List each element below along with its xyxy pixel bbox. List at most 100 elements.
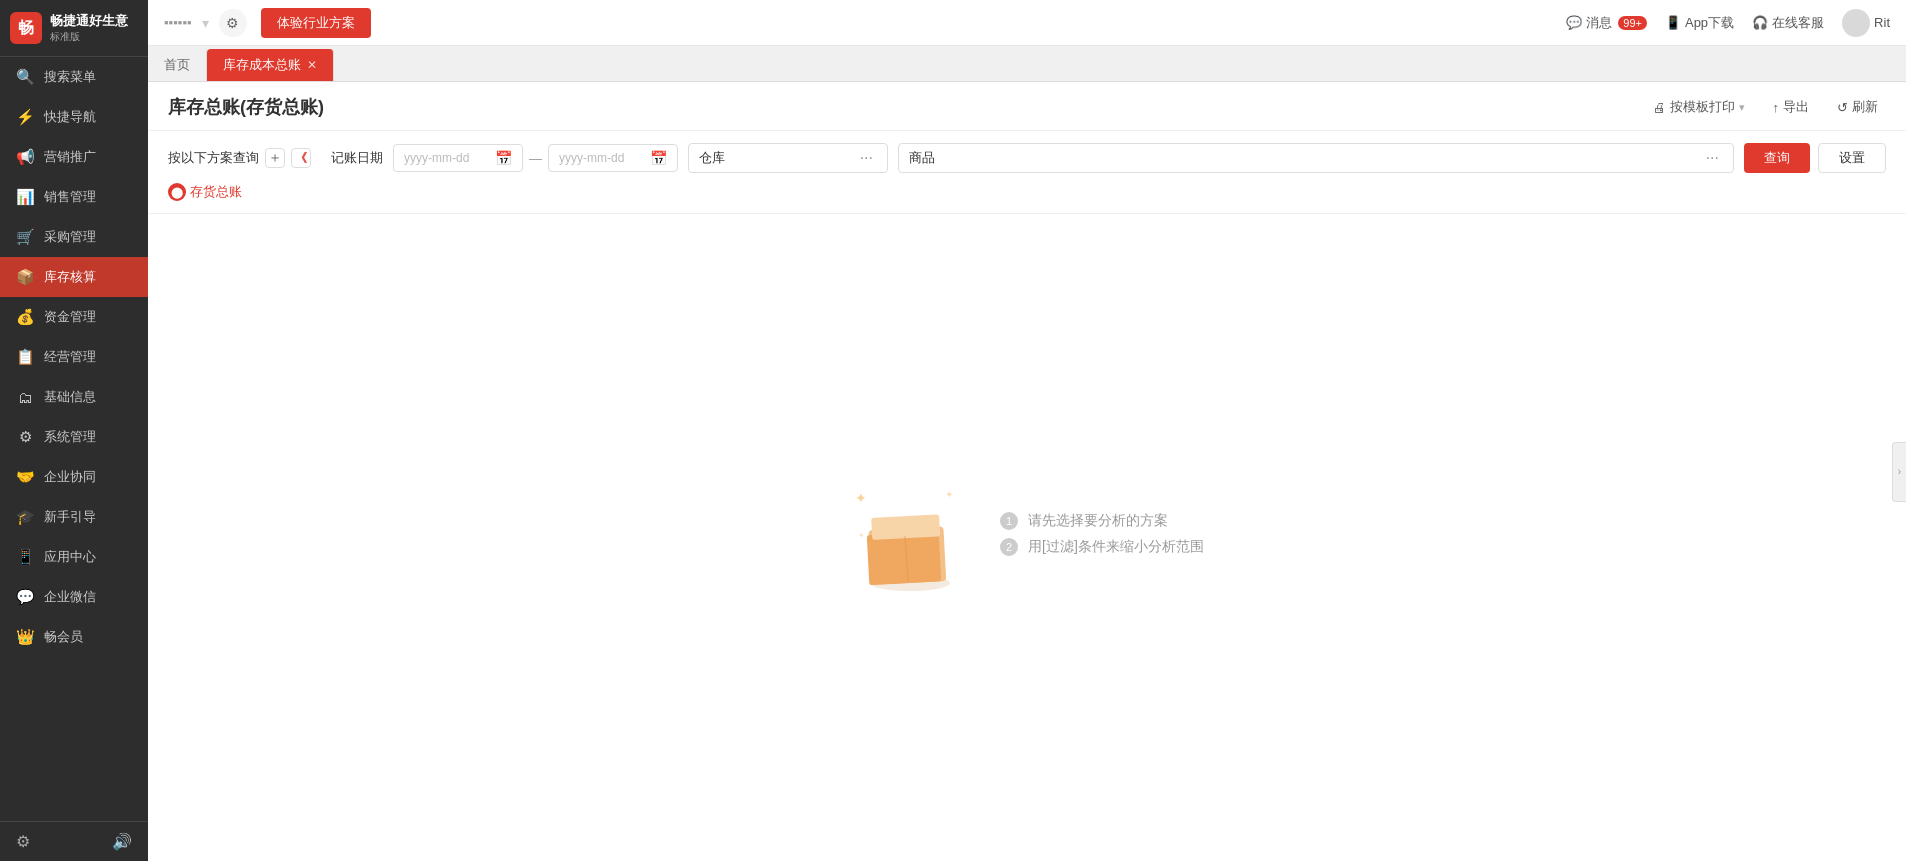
export-icon: ↑: [1773, 100, 1780, 115]
sidebar-item-basic[interactable]: 🗂 基础信息: [0, 377, 148, 417]
calendar-start-icon[interactable]: 📅: [495, 150, 512, 166]
add-scheme-icon[interactable]: ＋: [265, 148, 285, 168]
wechat-icon: 💬: [16, 588, 34, 606]
date-start-placeholder: yyyy-mm-dd: [404, 151, 469, 165]
online-service-btn[interactable]: 🎧 在线客服: [1752, 14, 1824, 32]
system-icon: ⚙: [16, 428, 34, 446]
scheme-list: ⬤ 存货总账: [168, 183, 242, 201]
tab-home[interactable]: 首页: [148, 49, 207, 81]
sound-icon[interactable]: 🔊: [112, 832, 132, 851]
sidebar-item-capital[interactable]: 💰 资金管理: [0, 297, 148, 337]
svg-text:✦: ✦: [855, 490, 867, 506]
sidebar-bottom: ⚙ 🔊: [0, 821, 148, 861]
sidebar-item-operation[interactable]: 📋 经营管理: [0, 337, 148, 377]
app-download-btn[interactable]: 📱 App下载: [1665, 14, 1734, 32]
app-version: 标准版: [50, 30, 128, 44]
sidebar-item-wechat[interactable]: 💬 企业微信: [0, 577, 148, 617]
message-label: 消息: [1586, 14, 1612, 32]
tabbar: 首页 库存成本总账 ✕: [148, 46, 1906, 82]
user-menu[interactable]: Rit: [1842, 9, 1890, 37]
sidebar: 畅 畅捷通好生意 标准版 🔍 搜索菜单 ⚡ 快捷导航 📢 营销推广 📊 销售管理…: [0, 0, 148, 861]
tab-inventory-cost[interactable]: 库存成本总账 ✕: [207, 49, 334, 81]
sidebar-item-label: 采购管理: [44, 228, 96, 246]
tab-close-icon[interactable]: ✕: [307, 58, 317, 72]
date-end-input[interactable]: yyyy-mm-dd 📅: [548, 144, 678, 172]
sidebar-item-inventory[interactable]: 📦 库存核算: [0, 257, 148, 297]
sales-icon: 📊: [16, 188, 34, 206]
inventory-icon: 📦: [16, 268, 34, 286]
print-label: 按模板打印: [1670, 98, 1735, 116]
scheme-item-inventory[interactable]: ⬤ 存货总账: [168, 183, 242, 201]
operation-icon: 📋: [16, 348, 34, 366]
user-name: Rit: [1874, 15, 1890, 30]
sidebar-item-label: 快捷导航: [44, 108, 96, 126]
page-header: 库存总账(存货总账) 🖨 按模板打印 ▾ ↑ 导出 ↺ 刷新: [148, 82, 1906, 131]
basic-icon: 🗂: [16, 389, 34, 406]
svg-text:✦: ✦: [945, 489, 953, 500]
collapse-icon[interactable]: 《: [291, 148, 311, 168]
hint2-num: 2: [1000, 538, 1018, 556]
filter-actions: 查询 设置: [1744, 143, 1886, 173]
sidebar-item-sales[interactable]: 📊 销售管理: [0, 177, 148, 217]
sidebar-item-label: 库存核算: [44, 268, 96, 286]
settings-button[interactable]: 设置: [1818, 143, 1886, 173]
date-start-input[interactable]: yyyy-mm-dd 📅: [393, 144, 523, 172]
print-btn[interactable]: 🖨 按模板打印 ▾: [1645, 94, 1753, 120]
export-btn[interactable]: ↑ 导出: [1765, 94, 1818, 120]
sidebar-item-newbie[interactable]: 🎓 新手引导: [0, 497, 148, 537]
sidebar-item-label: 销售管理: [44, 188, 96, 206]
sidebar-menu: 🔍 搜索菜单 ⚡ 快捷导航 📢 营销推广 📊 销售管理 🛒 采购管理 📦 库存核…: [0, 57, 148, 821]
message-badge: 99+: [1618, 16, 1647, 30]
warehouse-more-icon[interactable]: ···: [856, 149, 877, 167]
capital-icon: 💰: [16, 308, 34, 326]
message-btn[interactable]: 💬 消息 99+: [1566, 14, 1647, 32]
dropdown-arrow-icon: ▾: [202, 15, 209, 31]
sidebar-item-search[interactable]: 🔍 搜索菜单: [0, 57, 148, 97]
date-separator: —: [529, 151, 542, 166]
avatar: [1842, 9, 1870, 37]
sidebar-item-label: 资金管理: [44, 308, 96, 326]
panel-collapse-btn[interactable]: ›: [1892, 442, 1906, 502]
date-end-placeholder: yyyy-mm-dd: [559, 151, 624, 165]
query-button[interactable]: 查询: [1744, 143, 1810, 173]
sidebar-item-label: 经营管理: [44, 348, 96, 366]
dropdown-icon: ▾: [1739, 101, 1745, 114]
goods-more-icon[interactable]: ···: [1702, 149, 1723, 167]
phone-icon: 📱: [1665, 15, 1681, 30]
export-label: 导出: [1783, 98, 1809, 116]
filter-bar: 按以下方案查询 ＋ 《 记账日期 yyyy-mm-dd 📅 — yyyy-mm-…: [148, 131, 1906, 214]
calendar-end-icon[interactable]: 📅: [650, 150, 667, 166]
hint1-text: 请先选择要分析的方案: [1028, 512, 1168, 528]
refresh-icon: ↺: [1837, 100, 1848, 115]
settings-bottom-icon[interactable]: ⚙: [16, 832, 30, 851]
sidebar-item-label: 搜索菜单: [44, 68, 96, 86]
date-range-filter: yyyy-mm-dd 📅 — yyyy-mm-dd 📅: [393, 144, 678, 172]
topbar-right: 💬 消息 99+ 📱 App下载 🎧 在线客服 Rit: [1566, 9, 1890, 37]
hint1-num: 1: [1000, 512, 1018, 530]
sidebar-item-purchase[interactable]: 🛒 采购管理: [0, 217, 148, 257]
sidebar-item-corp[interactable]: 🤝 企业协同: [0, 457, 148, 497]
sidebar-item-system[interactable]: ⚙ 系统管理: [0, 417, 148, 457]
industry-btn[interactable]: 体验行业方案: [261, 8, 371, 38]
member-icon: 👑: [16, 628, 34, 646]
sidebar-item-marketing[interactable]: 📢 营销推广: [0, 137, 148, 177]
app-download-label: App下载: [1685, 14, 1734, 32]
search-icon: 🔍: [16, 68, 34, 86]
sidebar-item-member[interactable]: 👑 畅会员: [0, 617, 148, 657]
corp-icon: 🤝: [16, 468, 34, 486]
empty-state: ✦ ✦ ✦ 1 请先选择要分析的方案 2 用[过滤]条件来缩小分析范围: [148, 214, 1906, 861]
filter-row-main: 按以下方案查询 ＋ 《 记账日期 yyyy-mm-dd 📅 — yyyy-mm-…: [168, 143, 1886, 173]
topbar-settings-icon[interactable]: ⚙: [219, 9, 247, 37]
newbie-icon: 🎓: [16, 508, 34, 526]
message-icon: 💬: [1566, 15, 1582, 30]
breadcrumb-current[interactable]: ▪▪▪▪▪▪: [164, 15, 192, 30]
warehouse-filter[interactable]: 仓库 ···: [688, 143, 888, 173]
sidebar-item-appcenter[interactable]: 📱 应用中心: [0, 537, 148, 577]
topbar: ▪▪▪▪▪▪ ▾ ⚙ 体验行业方案 💬 消息 99+ 📱 App下载 🎧 在线客…: [148, 0, 1906, 46]
sidebar-item-label: 新手引导: [44, 508, 96, 526]
sidebar-item-quicknav[interactable]: ⚡ 快捷导航: [0, 97, 148, 137]
sidebar-item-label: 营销推广: [44, 148, 96, 166]
scheme-item-label: 存货总账: [190, 183, 242, 201]
refresh-btn[interactable]: ↺ 刷新: [1829, 94, 1886, 120]
goods-filter[interactable]: 商品 ···: [898, 143, 1734, 173]
